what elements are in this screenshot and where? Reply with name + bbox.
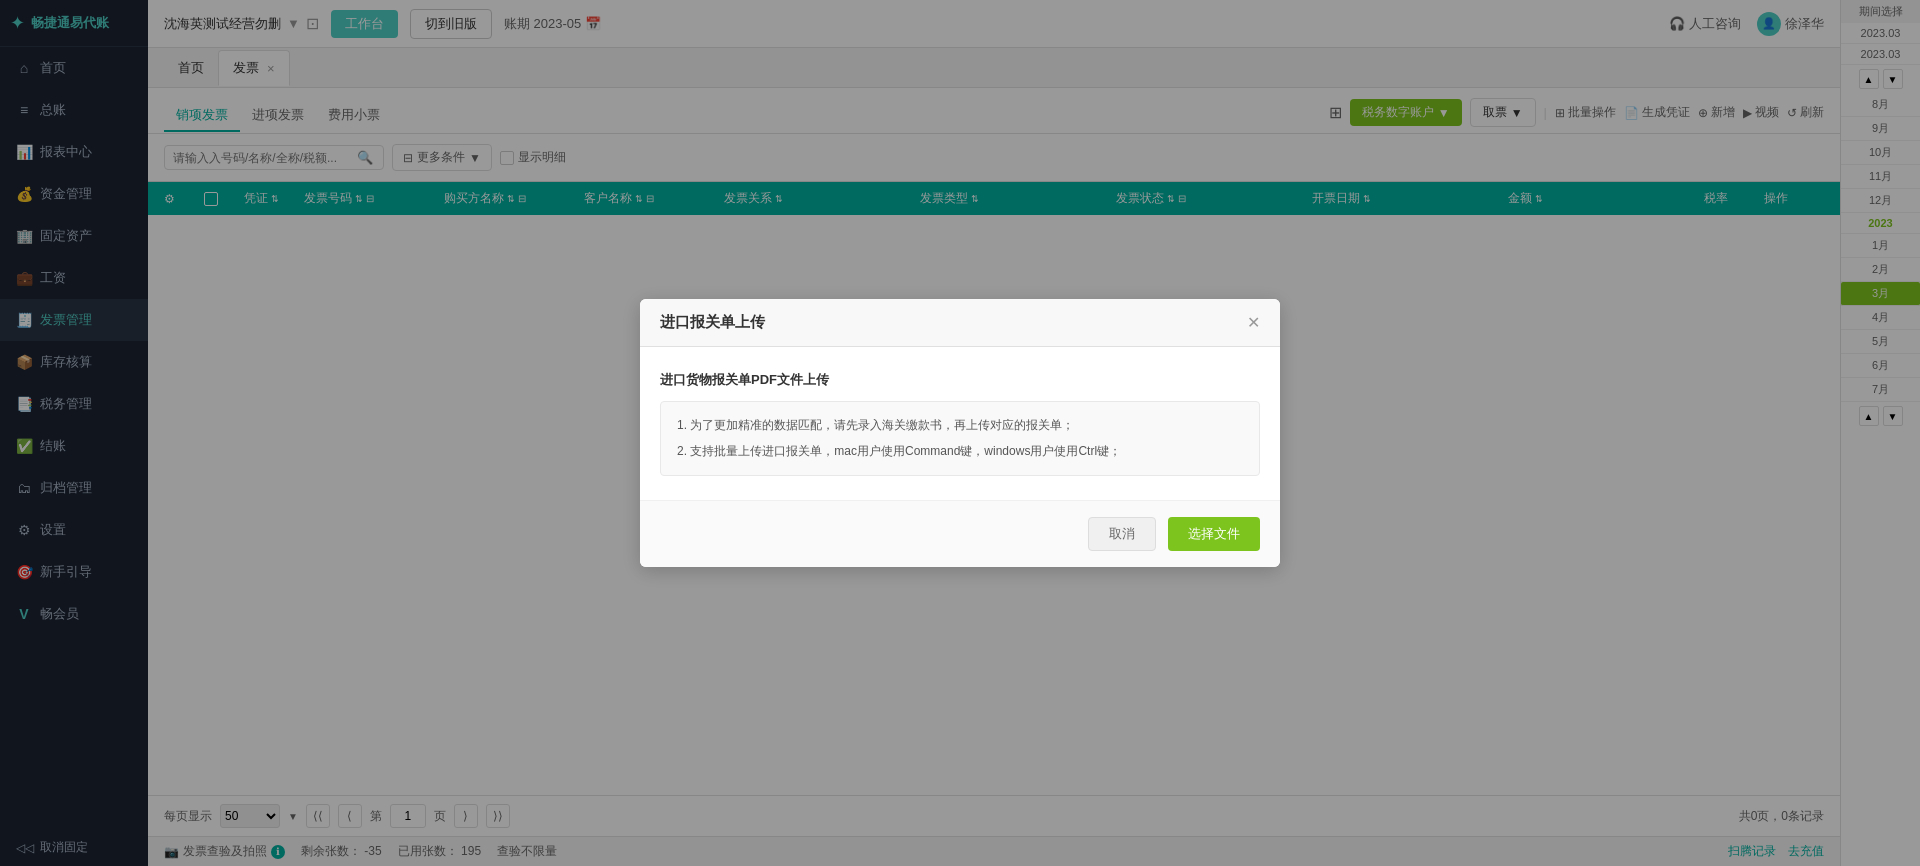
modal-confirm-btn[interactable]: 选择文件	[1168, 517, 1260, 551]
modal-title: 进口报关单上传	[660, 313, 765, 332]
modal-overlay[interactable]: 进口报关单上传 ✕ 进口货物报关单PDF文件上传 1. 为了更加精准的数据匹配，…	[0, 0, 1920, 866]
modal-info-item-1: 1. 为了更加精准的数据匹配，请先录入海关缴款书，再上传对应的报关单；	[677, 416, 1243, 435]
modal-close-btn[interactable]: ✕	[1247, 313, 1260, 332]
modal-footer: 取消 选择文件	[640, 500, 1280, 567]
modal-info-item-2: 2. 支持批量上传进口报关单，mac用户使用Command键，windows用户…	[677, 442, 1243, 461]
modal-header: 进口报关单上传 ✕	[640, 299, 1280, 347]
modal-body: 进口货物报关单PDF文件上传 1. 为了更加精准的数据匹配，请先录入海关缴款书，…	[640, 347, 1280, 499]
modal-info-box: 1. 为了更加精准的数据匹配，请先录入海关缴款书，再上传对应的报关单； 2. 支…	[660, 401, 1260, 475]
modal: 进口报关单上传 ✕ 进口货物报关单PDF文件上传 1. 为了更加精准的数据匹配，…	[640, 299, 1280, 566]
modal-cancel-btn[interactable]: 取消	[1088, 517, 1156, 551]
modal-section-title: 进口货物报关单PDF文件上传	[660, 371, 1260, 389]
